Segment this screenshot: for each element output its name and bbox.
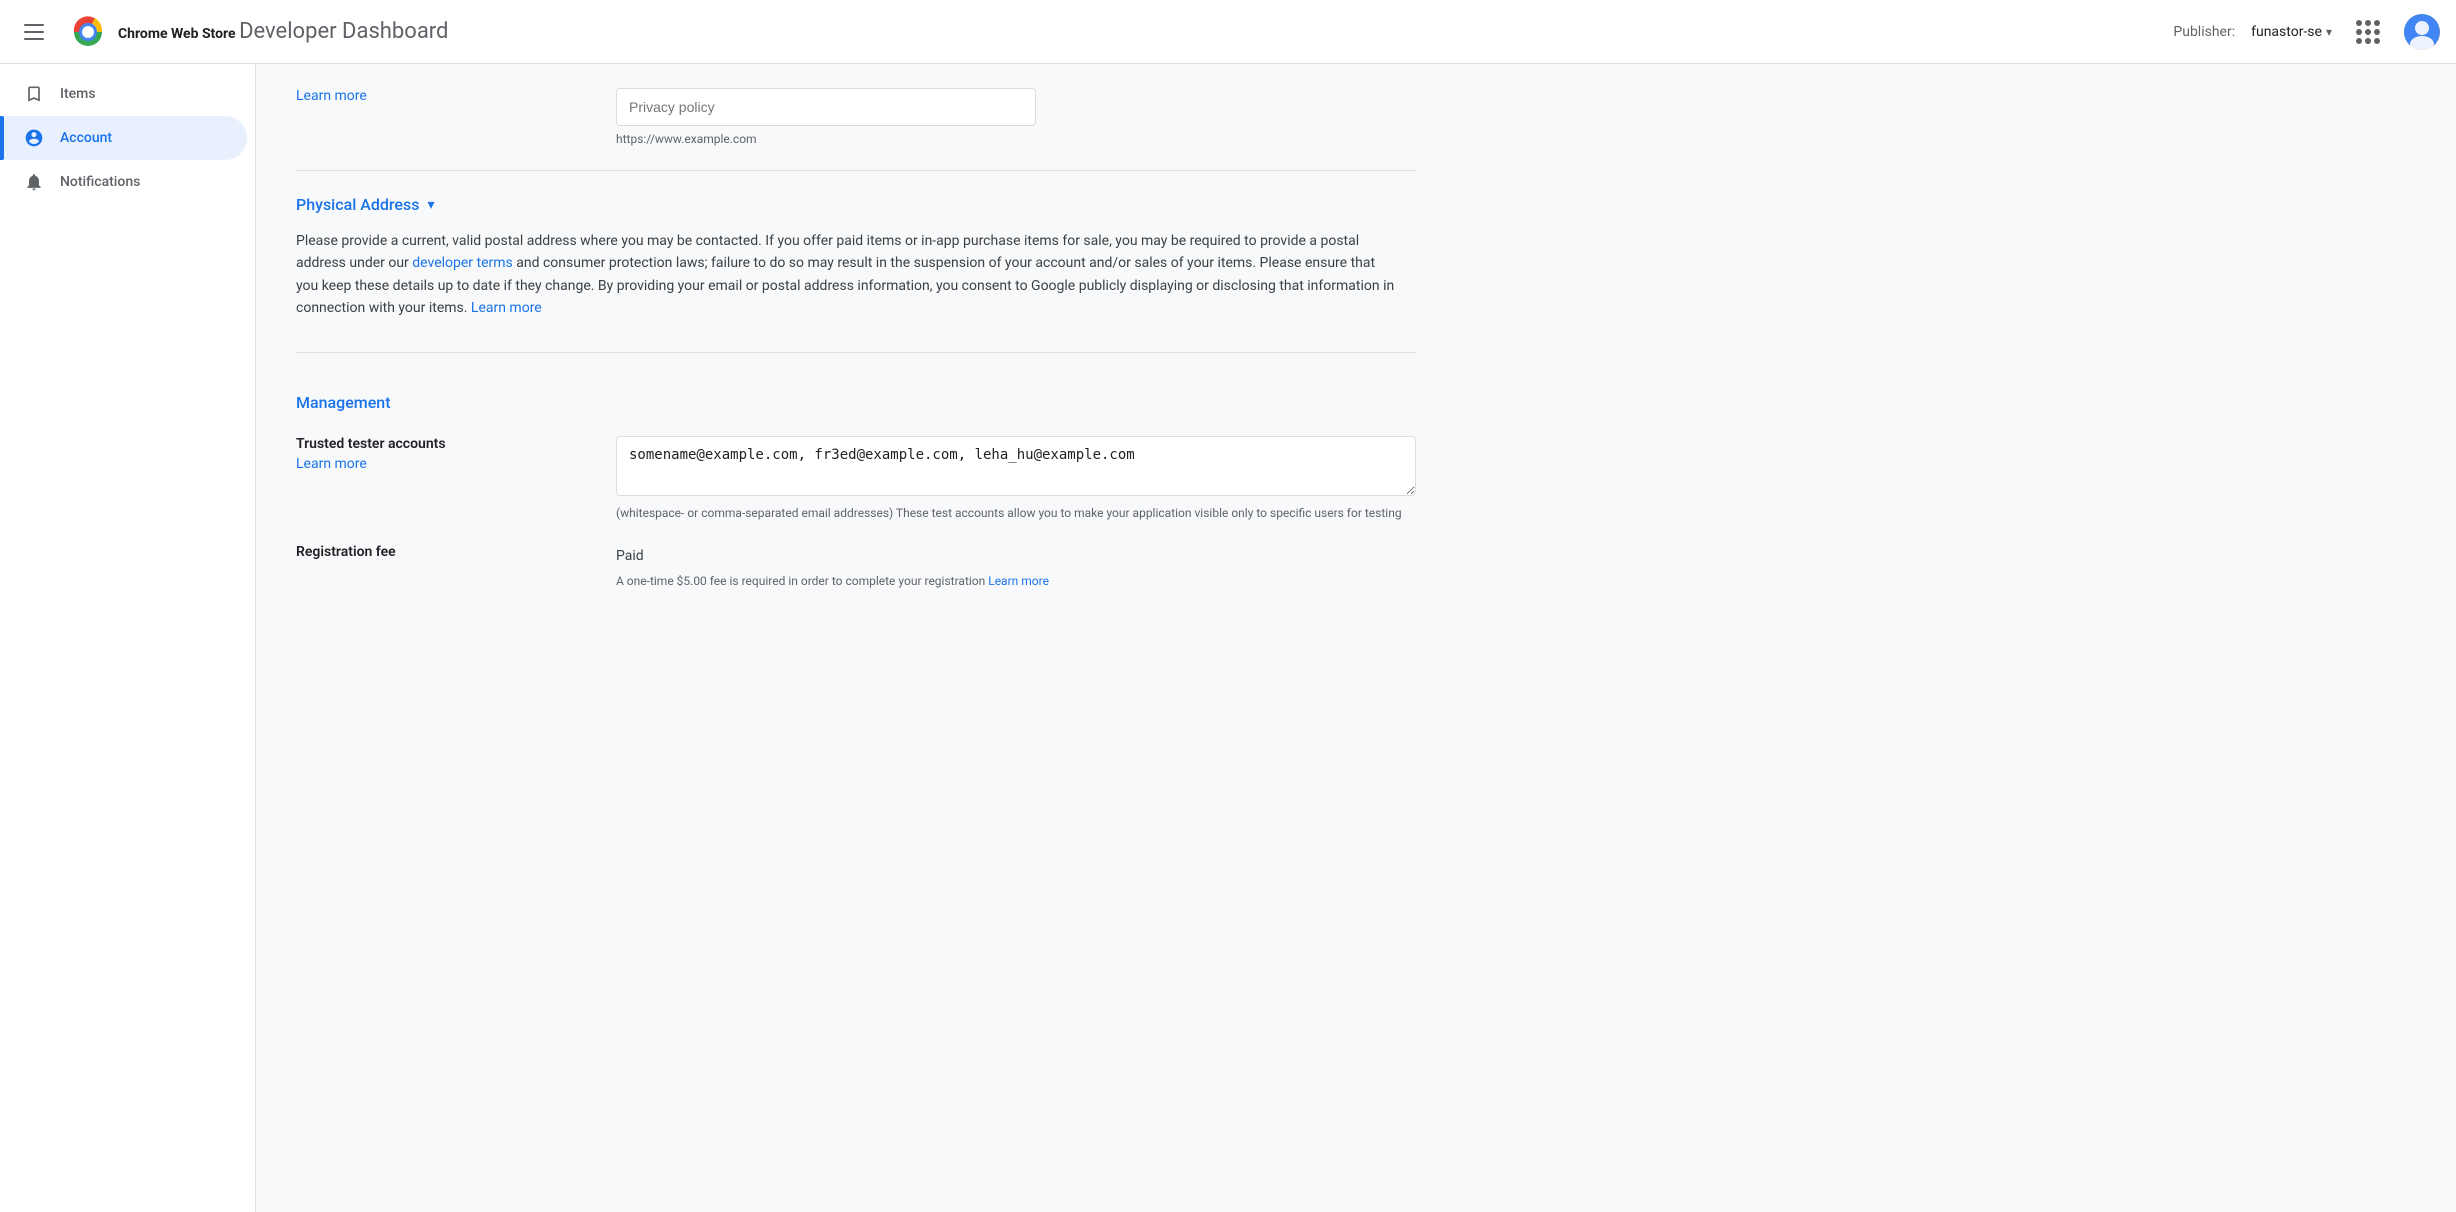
header-right: Publisher: funastor-se ▾: [2173, 12, 2440, 52]
sidebar-item-notifications[interactable]: Notifications: [0, 160, 247, 204]
privacy-policy-url-hint: https://www.example.com: [616, 132, 1416, 146]
privacy-policy-input[interactable]: [616, 88, 1036, 126]
chrome-logo-icon: [68, 12, 108, 52]
main-content: Learn more https://www.example.com Physi…: [256, 64, 2456, 1212]
publisher-label: Publisher:: [2173, 24, 2235, 40]
sidebar-notifications-label: Notifications: [60, 174, 140, 190]
registration-fee-row: Registration fee Paid A one-time $5.00 f…: [296, 544, 1416, 588]
trusted-tester-field-col: somename@example.com, fr3ed@example.com,…: [616, 436, 1416, 520]
section-divider-2: [296, 352, 1416, 353]
registration-fee-learn-more-link[interactable]: Learn more: [988, 574, 1049, 588]
account-circle-icon: [24, 128, 44, 148]
trusted-tester-label-col: Trusted tester accounts Learn more: [296, 436, 576, 472]
section-divider-1: [296, 170, 1416, 171]
hamburger-menu-icon[interactable]: [16, 16, 52, 48]
sidebar-account-label: Account: [60, 130, 112, 146]
physical-address-learn-more-link[interactable]: Learn more: [471, 300, 542, 316]
publisher-dropdown[interactable]: funastor-se ▾: [2251, 24, 2332, 40]
registration-fee-value: Paid: [616, 544, 1416, 568]
registration-fee-label: Registration fee: [296, 544, 576, 560]
header-left: Chrome Web Store Developer Dashboard: [16, 12, 2173, 52]
app-header: Chrome Web Store Developer Dashboard Pub…: [0, 0, 2456, 64]
trusted-tester-learn-more-link[interactable]: Learn more: [296, 456, 367, 472]
privacy-policy-row: Learn more https://www.example.com: [296, 88, 1416, 146]
management-section: Management Trusted tester accounts Learn…: [296, 393, 1416, 588]
registration-fee-field-col: Paid A one-time $5.00 fee is required in…: [616, 544, 1416, 588]
sidebar-item-account[interactable]: Account: [0, 116, 247, 160]
privacy-learn-more-link[interactable]: Learn more: [296, 88, 367, 104]
publisher-name-text: funastor-se: [2251, 24, 2322, 40]
registration-fee-label-col: Registration fee: [296, 544, 576, 564]
developer-terms-link[interactable]: developer terms: [412, 255, 513, 271]
trusted-tester-hint: (whitespace- or comma-separated email ad…: [616, 506, 1416, 520]
physical-address-title: Physical Address: [296, 195, 419, 214]
privacy-policy-field-col: https://www.example.com: [616, 88, 1416, 146]
registration-fee-hint: A one-time $5.00 fee is required in orde…: [616, 574, 1416, 588]
trusted-tester-label: Trusted tester accounts: [296, 436, 576, 452]
physical-address-description: Please provide a current, valid postal a…: [296, 230, 1396, 320]
sidebar-items-label: Items: [60, 86, 96, 102]
sidebar: Items Account Notifications: [0, 64, 256, 1212]
app-title: Chrome Web Store Developer Dashboard: [118, 19, 448, 44]
privacy-policy-label-col: Learn more: [296, 88, 576, 104]
app-subtitle: Developer Dashboard: [239, 19, 448, 44]
trusted-tester-row: Trusted tester accounts Learn more somen…: [296, 436, 1416, 520]
physical-address-header[interactable]: Physical Address ▾: [296, 195, 1416, 214]
sidebar-item-items[interactable]: Items: [0, 72, 247, 116]
registration-fee-hint-text: A one-time $5.00 fee is required in orde…: [616, 574, 988, 588]
content-area: Learn more https://www.example.com Physi…: [256, 64, 1456, 636]
logo-container: Chrome Web Store Developer Dashboard: [68, 12, 448, 52]
management-title: Management: [296, 393, 1416, 412]
publisher-chevron-icon: ▾: [2326, 25, 2332, 39]
user-avatar[interactable]: [2404, 14, 2440, 50]
bell-icon: [24, 172, 44, 192]
page-layout: Items Account Notifications: [0, 64, 2456, 1212]
physical-address-chevron-icon: ▾: [427, 197, 434, 213]
apps-grid-icon[interactable]: [2348, 12, 2388, 52]
trusted-tester-textarea[interactable]: somename@example.com, fr3ed@example.com,…: [616, 436, 1416, 496]
physical-address-section: Physical Address ▾ Please provide a curr…: [296, 195, 1416, 320]
bookmark-icon: [24, 84, 44, 104]
